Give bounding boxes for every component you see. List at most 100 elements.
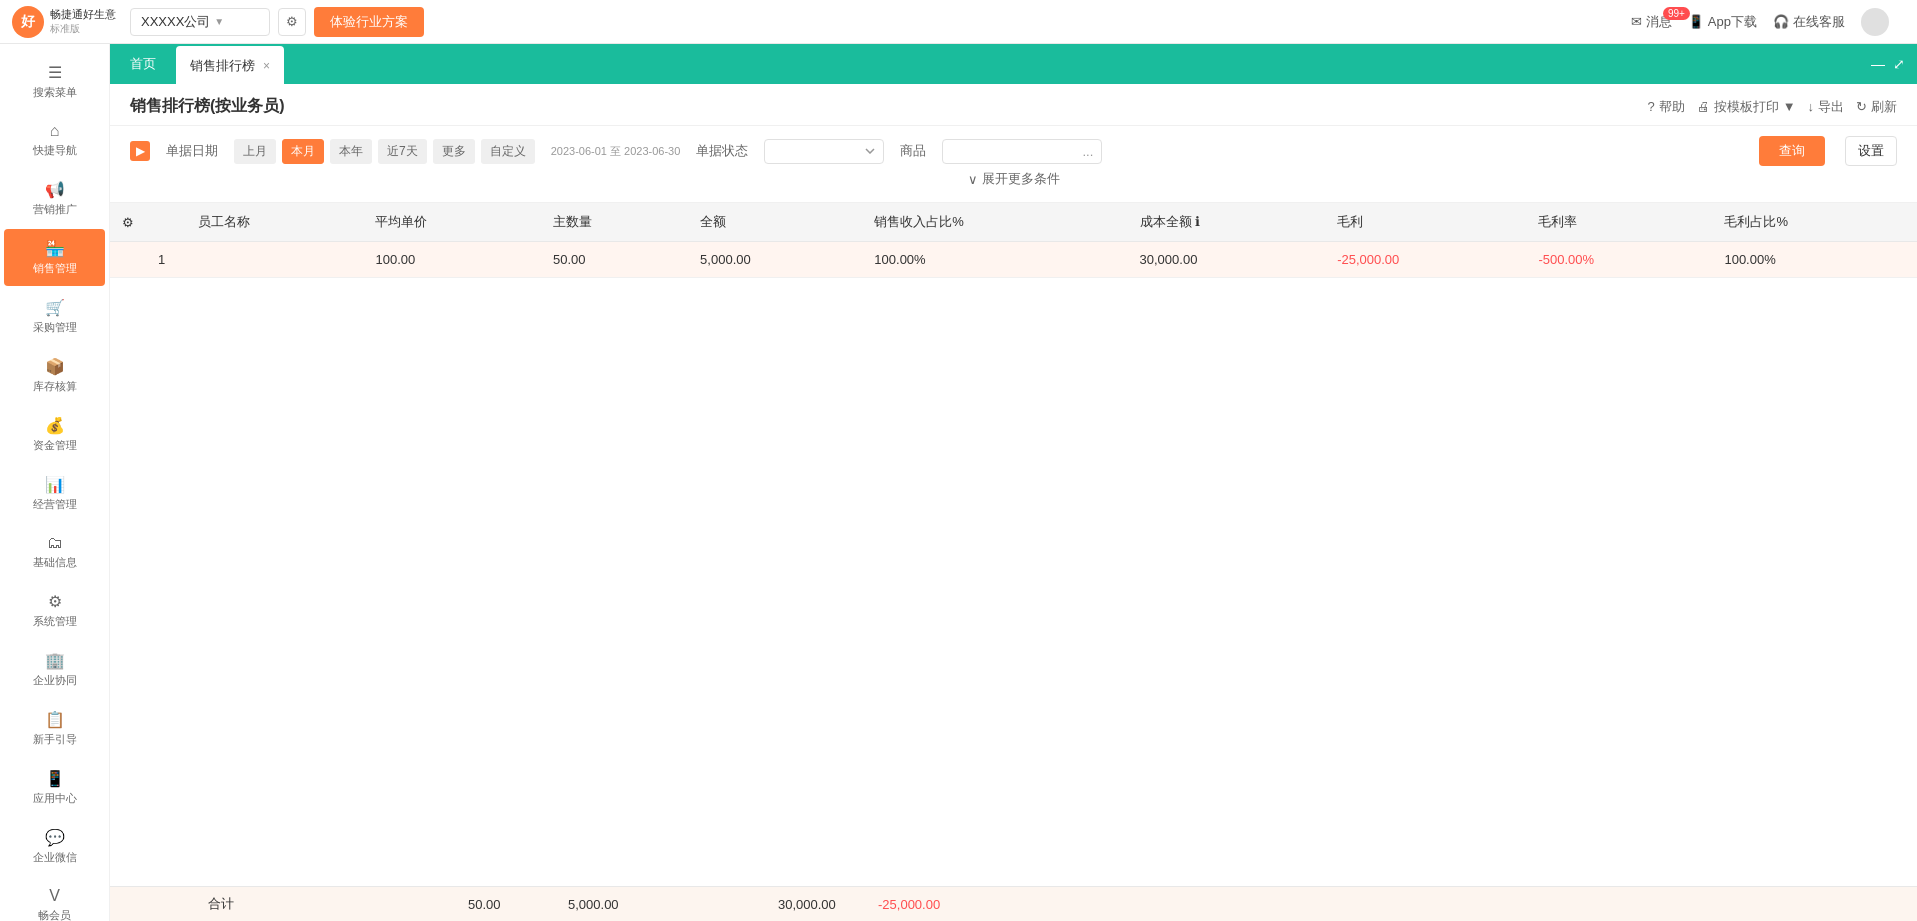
- sidebar-item-system[interactable]: ⚙ 系统管理: [4, 582, 105, 639]
- page-actions: ? 帮助 🖨 按模板打印 ▼ ↓ 导出 ↻ 刷新: [1647, 98, 1897, 116]
- footer-profit: -25,000.00: [878, 897, 978, 912]
- cell-avg-price: 100.00: [363, 242, 540, 278]
- filter-area: ▶ 单据日期 上月 本月 本年 近7天 更多 自定义 2023-06-01 至 …: [110, 126, 1917, 203]
- cell-settings[interactable]: [110, 242, 146, 278]
- sidebar-item-inventory[interactable]: 📦 库存核算: [4, 347, 105, 404]
- headset-icon: 🎧: [1773, 14, 1789, 29]
- online-service-button[interactable]: 🎧 在线客服: [1773, 13, 1845, 31]
- query-button[interactable]: 查询: [1759, 136, 1825, 166]
- logo-line1: 畅捷通好生意: [50, 7, 116, 21]
- date-btn-more[interactable]: 更多: [433, 139, 475, 164]
- system-icon: ⚙: [48, 592, 62, 611]
- sidebar-label-business: 经营管理: [33, 497, 77, 512]
- footer-cost: 30,000.00: [778, 897, 878, 912]
- cell-rank: 1: [146, 242, 186, 278]
- chevron-down-icon: ▼: [214, 16, 224, 27]
- col-header-quantity: 主数量: [541, 203, 688, 242]
- sidebar-item-apps[interactable]: 📱 应用中心: [4, 759, 105, 816]
- goods-ellipsis-btn[interactable]: ...: [1083, 144, 1094, 159]
- sidebar-item-purchase[interactable]: 🛒 采购管理: [4, 288, 105, 345]
- expand-label: 展开更多条件: [982, 170, 1060, 188]
- sidebar-item-shortcut[interactable]: ⌂ 快捷导航: [4, 112, 105, 168]
- sidebar-item-search[interactable]: ☰ 搜索菜单: [4, 53, 105, 110]
- help-label: 帮助: [1659, 98, 1685, 116]
- topbar-right: ✉ 消息 99+ 📱 App下载 🎧 在线客服: [1631, 8, 1905, 36]
- company-name: XXXXX公司: [141, 13, 210, 31]
- refresh-button[interactable]: ↻ 刷新: [1856, 98, 1897, 116]
- home-icon: ⌂: [50, 122, 60, 140]
- refresh-label: 刷新: [1871, 98, 1897, 116]
- logo-text: 畅捷通好生意 标准版: [50, 7, 116, 35]
- basic-icon: 🗂: [47, 534, 63, 552]
- sidebar-item-sales[interactable]: 🏪 销售管理: [4, 229, 105, 286]
- sidebar-item-enterprise[interactable]: 🏢 企业协同: [4, 641, 105, 698]
- message-button[interactable]: ✉ 消息 99+: [1631, 13, 1672, 31]
- table-row: 1100.0050.005,000.00100.00%30,000.00-25,…: [110, 242, 1917, 278]
- export-label: 导出: [1818, 98, 1844, 116]
- sidebar-item-member[interactable]: V 畅会员: [4, 877, 105, 921]
- column-settings-button[interactable]: 设置: [1845, 136, 1897, 166]
- sidebar-label-enterprise: 企业协同: [33, 673, 77, 688]
- expand-filter-row[interactable]: ∨ 展开更多条件: [130, 166, 1897, 192]
- table-header-row: ⚙ 员工名称 平均单价 主数量 全额 销售收入占比% 成本全额 ℹ 毛利 毛利率…: [110, 203, 1917, 242]
- purchase-icon: 🛒: [45, 298, 65, 317]
- trial-button[interactable]: 体验行业方案: [314, 7, 424, 37]
- apps-icon: 📱: [45, 769, 65, 788]
- logo-line2: 标准版: [50, 22, 116, 36]
- logo-icon: 好: [12, 6, 44, 38]
- date-btn-last-month[interactable]: 上月: [234, 139, 276, 164]
- date-btn-custom[interactable]: 自定义: [481, 139, 535, 164]
- gear-icon: ⚙: [122, 215, 134, 230]
- minimize-icon[interactable]: —: [1871, 56, 1885, 72]
- sidebar-item-guide[interactable]: 📋 新手引导: [4, 700, 105, 757]
- cell-profit-rate: -500.00%: [1526, 242, 1712, 278]
- search-menu-icon: ☰: [48, 63, 62, 82]
- message-badge: 99+: [1663, 7, 1690, 20]
- date-label: 单据日期: [166, 142, 218, 160]
- tab-home[interactable]: 首页: [110, 44, 176, 84]
- tab-close-button[interactable]: ×: [263, 59, 270, 73]
- settings-icon[interactable]: ⚙: [278, 8, 306, 36]
- sidebar-item-wechat[interactable]: 💬 企业微信: [4, 818, 105, 875]
- cell-name: [186, 242, 363, 278]
- finance-icon: 💰: [45, 416, 65, 435]
- date-btn-this-year[interactable]: 本年: [330, 139, 372, 164]
- sidebar-label-finance: 资金管理: [33, 438, 77, 453]
- tab-active-label: 销售排行榜: [190, 57, 255, 75]
- tab-sales-ranking[interactable]: 销售排行榜 ×: [176, 46, 284, 86]
- col-header-settings[interactable]: ⚙: [110, 203, 146, 242]
- sidebar-item-finance[interactable]: 💰 资金管理: [4, 406, 105, 463]
- inventory-icon: 📦: [45, 357, 65, 376]
- col-header-cost: 成本全额 ℹ: [1128, 203, 1326, 242]
- cell-profit: -25,000.00: [1325, 242, 1526, 278]
- print-chevron-icon: ▼: [1783, 99, 1796, 114]
- maximize-icon[interactable]: ⤢: [1893, 56, 1905, 72]
- date-btn-this-month[interactable]: 本月: [282, 139, 324, 164]
- page-content: 销售排行榜(按业务员) ? 帮助 🖨 按模板打印 ▼ ↓ 导出: [110, 84, 1917, 921]
- sidebar-label-purchase: 采购管理: [33, 320, 77, 335]
- sidebar-label-system: 系统管理: [33, 614, 77, 629]
- export-button[interactable]: ↓ 导出: [1808, 98, 1845, 116]
- print-button[interactable]: 🖨 按模板打印 ▼: [1697, 98, 1796, 116]
- goods-input[interactable]: ...: [942, 139, 1102, 164]
- avatar[interactable]: [1861, 8, 1889, 36]
- date-btn-last7[interactable]: 近7天: [378, 139, 427, 164]
- app-label: App下载: [1708, 13, 1757, 31]
- company-selector[interactable]: XXXXX公司 ▼: [130, 8, 270, 36]
- sidebar-item-basic[interactable]: 🗂 基础信息: [4, 524, 105, 580]
- sidebar-label-wechat: 企业微信: [33, 850, 77, 865]
- sidebar: ☰ 搜索菜单 ⌂ 快捷导航 📢 营销推广 🏪 销售管理 🛒 采购管理 📦 库存核…: [0, 44, 110, 921]
- col-header-avg-price: 平均单价: [363, 203, 540, 242]
- sidebar-item-business[interactable]: 📊 经营管理: [4, 465, 105, 522]
- page-title: 销售排行榜(按业务员): [130, 96, 285, 117]
- status-label: 单据状态: [696, 142, 748, 160]
- sidebar-item-marketing[interactable]: 📢 营销推广: [4, 170, 105, 227]
- col-header-profit-rate: 毛利率: [1526, 203, 1712, 242]
- sidebar-label-marketing: 营销推广: [33, 202, 77, 217]
- print-label: 按模板打印: [1714, 98, 1779, 116]
- status-select[interactable]: [764, 139, 884, 164]
- help-button[interactable]: ? 帮助: [1647, 98, 1684, 116]
- print-icon: 🖨: [1697, 99, 1710, 114]
- filter-toggle-icon[interactable]: ▶: [130, 141, 150, 161]
- app-download-button[interactable]: 📱 App下载: [1688, 13, 1757, 31]
